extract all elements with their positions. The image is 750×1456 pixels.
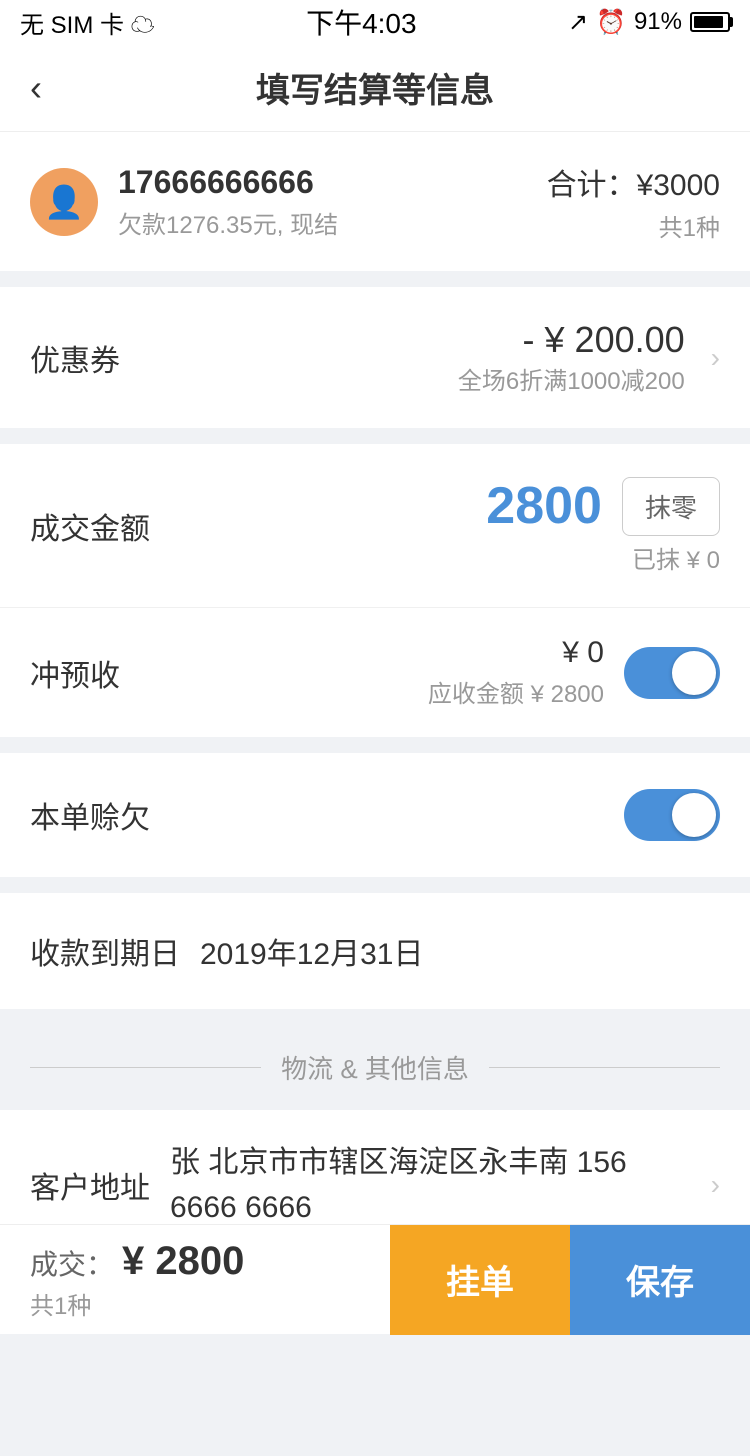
logistics-label: 物流 & 其他信息 [281,1049,469,1086]
user-sub-info: 欠款1276.35元, 现结 [118,205,338,240]
battery-icon [690,12,730,32]
amount-value: 2800 [486,476,602,536]
logistics-divider: 物流 & 其他信息 [0,1025,750,1110]
discount-amount: - ¥ 200.00 [458,319,685,361]
duedate-value: 2019年12月31日 [200,929,423,973]
address-label: 客户地址 [30,1163,150,1207]
amount-sub: 已抹 ¥ 0 [632,540,720,575]
user-info: 17666666666 欠款1276.35元, 现结 [118,164,338,240]
bottom-bar: 成交： ¥ 2800 共1种 挂单 保存 [0,1224,750,1334]
user-count: 共1种 [547,208,720,243]
status-bar: 无 SIM 卡 ☁ 下午4:03 ↗ ⏰ 91% [0,0,750,44]
prepay-amounts: ¥ 0 应收金额 ¥ 2800 [428,636,604,709]
coupon-value-wrap: - ¥ 200.00 全场6折满1000减200 › [458,319,720,396]
bottom-amount: ¥ 2800 [122,1239,244,1284]
user-right: 合计：¥3000 共1种 [547,160,720,243]
address-chevron-icon: › [711,1169,720,1201]
credit-label: 本单赊欠 [30,793,150,837]
user-total: 合计：¥3000 [547,160,720,204]
prepay-amount: ¥ 0 [428,636,604,670]
prepay-toggle[interactable] [624,647,720,699]
status-time: 下午4:03 [306,2,417,42]
status-right: ↗ ⏰ 91% [568,8,730,37]
alarm-icon: ⏰ [596,8,626,37]
duedate-row: 收款到期日 2019年12月31日 [0,893,750,1009]
amount-row: 成交金额 2800 抹零 已抹 ¥ 0 [0,444,750,608]
amount-label: 成交金额 [30,504,150,548]
divider-line-right [489,1067,720,1068]
prepay-row: 冲预收 ¥ 0 应收金额 ¥ 2800 [0,608,750,737]
coupon-section: 优惠券 - ¥ 200.00 全场6折满1000减200 › [0,287,750,428]
bottom-count: 共1种 [30,1286,360,1321]
avatar-icon: 👤 [44,183,84,221]
coupon-right: - ¥ 200.00 全场6折满1000减200 [458,319,685,396]
round-button[interactable]: 抹零 [622,477,720,536]
user-phone: 17666666666 [118,164,338,201]
credit-row: 本单赊欠 [0,753,750,877]
coupon-chevron-icon: › [711,342,720,374]
coupon-label: 优惠券 [30,336,120,380]
coupon-row[interactable]: 优惠券 - ¥ 200.00 全场6折满1000减200 › [0,287,750,428]
amount-value-wrap: 2800 抹零 [486,476,720,536]
bottom-info: 成交： ¥ 2800 共1种 [0,1239,390,1321]
credit-toggle[interactable] [624,789,720,841]
user-card: 👤 17666666666 欠款1276.35元, 现结 合计：¥3000 共1… [0,132,750,271]
user-left: 👤 17666666666 欠款1276.35元, 现结 [30,164,338,240]
prepay-right: ¥ 0 应收金额 ¥ 2800 [428,636,720,709]
nav-bar: ‹ 填写结算等信息 [0,44,750,132]
page-title: 填写结算等信息 [256,63,494,112]
hang-button[interactable]: 挂单 [390,1225,570,1335]
prepay-sub: 应收金额 ¥ 2800 [428,674,604,709]
deal-label: 成交： [30,1243,114,1283]
duedate-section: 收款到期日 2019年12月31日 [0,893,750,1009]
location-icon: ↗ [568,8,588,37]
avatar: 👤 [30,168,98,236]
status-left: 无 SIM 卡 ☁ [20,5,155,40]
address-value: 张 北京市市辖区海淀区永丰南 156 6666 6666 [170,1140,701,1230]
battery-percent: 91% [634,8,682,36]
discount-sub: 全场6折满1000减200 [458,361,685,396]
duedate-label: 收款到期日 [30,929,180,973]
amount-section: 成交金额 2800 抹零 已抹 ¥ 0 冲预收 ¥ 0 应收金额 ¥ 2800 [0,444,750,737]
divider-line-left [30,1067,261,1068]
credit-section: 本单赊欠 [0,753,750,877]
sim-label: 无 SIM 卡 ☁ [20,5,155,40]
back-button[interactable]: ‹ [30,67,42,109]
prepay-label: 冲预收 [30,651,120,695]
save-button[interactable]: 保存 [570,1225,750,1335]
